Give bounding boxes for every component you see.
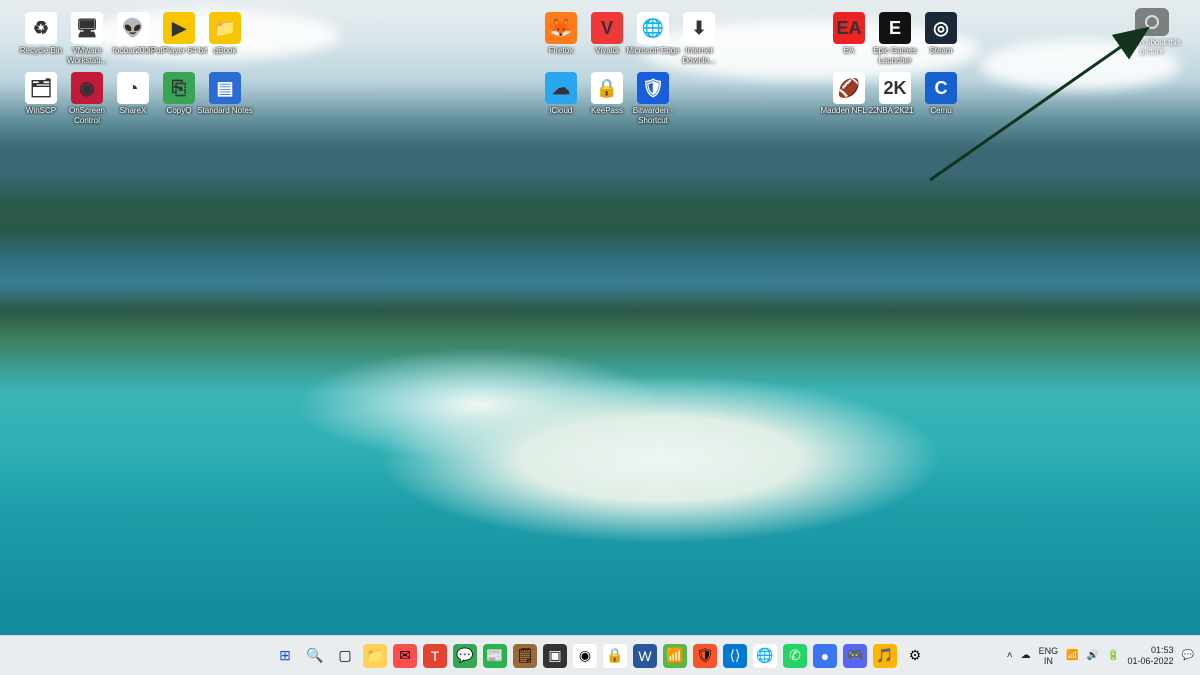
taskbar-task-view-button[interactable]: ▢	[333, 644, 357, 668]
wifi-icon[interactable]: 📶	[1066, 650, 1078, 661]
taskbar-media-button[interactable]: 🎵	[873, 644, 897, 668]
taskbar-terminal-button[interactable]: ▣	[543, 644, 567, 668]
desktop[interactable]: ♻Recycle Bin🖥VMware Workstati...👽foobar2…	[0, 0, 1200, 675]
desktop-icon-standard-notes[interactable]: ▤ Standard Notes	[196, 72, 254, 116]
battery-icon[interactable]: 🔋	[1107, 650, 1119, 661]
desktop-icon-label: Internet Downlo...	[670, 46, 728, 66]
taskbar-settings-button[interactable]: ⚙	[903, 644, 927, 668]
taskbar-todoist-button[interactable]: T	[423, 644, 447, 668]
desktop-icon-qbook[interactable]: 📁 qBook	[196, 12, 254, 56]
volume-icon[interactable]: 🔊	[1087, 650, 1099, 661]
vivaldi-icon: V	[591, 12, 623, 44]
taskbar-edge-tb-button[interactable]: 🌐	[753, 644, 777, 668]
clock[interactable]: 01:53 01-06-2022	[1128, 645, 1174, 667]
sharex-icon: ◔	[117, 72, 149, 104]
potplayer-icon: ▶	[163, 12, 195, 44]
taskbar-brave-button[interactable]: 🛡	[693, 644, 717, 668]
recycle-bin-icon: ♻	[25, 12, 57, 44]
taskbar-whatsapp-button[interactable]: ✆	[783, 644, 807, 668]
idm-icon: ⬇	[683, 12, 715, 44]
onscreen-icon: ◉	[71, 72, 103, 104]
camera-icon	[1135, 8, 1169, 36]
desktop-icon-label: qBook	[196, 46, 254, 56]
taskbar-rss-button[interactable]: 📶	[663, 644, 687, 668]
vmware-icon: 🖥	[71, 12, 103, 44]
taskbar: ⊞🔍▢📁✉T💬📰🗒▣◉🔒W📶🛡⟨⟩🌐✆●🎮🎵⚙ ˄ ☁ ENG IN 📶 🔊 🔋…	[0, 635, 1200, 675]
edge-icon: 🌐	[637, 12, 669, 44]
taskbar-mail-button[interactable]: ✉	[393, 644, 417, 668]
taskbar-chrome-button[interactable]: ◉	[573, 644, 597, 668]
standard-notes-icon: ▤	[209, 72, 241, 104]
copyq-icon: ⎘	[163, 72, 195, 104]
taskbar-word-button[interactable]: W	[633, 644, 657, 668]
foobar2000-icon: 👽	[117, 12, 149, 44]
notification-center-icon[interactable]: 💬	[1182, 650, 1194, 661]
taskbar-keepass-tb-button[interactable]: 🔒	[603, 644, 627, 668]
taskbar-signal-button[interactable]: ●	[813, 644, 837, 668]
learn-about-picture-button[interactable]: Learn about this picture	[1120, 8, 1184, 56]
steam-icon: ◎	[925, 12, 957, 44]
bitwarden-icon: 🛡	[637, 72, 669, 104]
taskbar-search-button[interactable]: 🔍	[303, 644, 327, 668]
desktop-icon-cemu[interactable]: C Cemu	[912, 72, 970, 116]
taskbar-feedly-button[interactable]: 📰	[483, 644, 507, 668]
desktop-icon-label: Standard Notes	[196, 106, 254, 116]
keepass-icon: 🔒	[591, 72, 623, 104]
desktop-icon-label: Cemu	[912, 106, 970, 116]
winscp-icon: 🗂	[25, 72, 57, 104]
language-bottom: IN	[1039, 656, 1059, 666]
clock-date: 01-06-2022	[1128, 656, 1174, 667]
tray-overflow-button[interactable]: ˄	[1007, 650, 1013, 661]
desktop-icon-bitwarden[interactable]: 🛡Bitwarden - Shortcut	[624, 72, 682, 126]
taskbar-notes-button[interactable]: 🗒	[513, 644, 537, 668]
cemu-icon: C	[925, 72, 957, 104]
onedrive-icon[interactable]: ☁	[1021, 650, 1031, 661]
taskbar-explorer-button[interactable]: 📁	[363, 644, 387, 668]
epic-icon: E	[879, 12, 911, 44]
desktop-icon-idm[interactable]: ⬇Internet Downlo...	[670, 12, 728, 66]
firefox-icon: 🦊	[545, 12, 577, 44]
language-switcher[interactable]: ENG IN	[1039, 646, 1059, 666]
ea-icon: EA	[833, 12, 865, 44]
desktop-icon-steam[interactable]: ◎ Steam	[912, 12, 970, 56]
clock-time: 01:53	[1128, 645, 1174, 656]
taskbar-vscode-button[interactable]: ⟨⟩	[723, 644, 747, 668]
taskbar-notifier-button[interactable]: 💬	[453, 644, 477, 668]
madden-icon: 🏈	[833, 72, 865, 104]
desktop-icon-label: Bitwarden - Shortcut	[624, 106, 682, 126]
qbook-icon: 📁	[209, 12, 241, 44]
language-top: ENG	[1039, 646, 1059, 656]
nba2k21-icon: 2K	[879, 72, 911, 104]
taskbar-start-button[interactable]: ⊞	[273, 644, 297, 668]
icloud-icon: ☁	[545, 72, 577, 104]
desktop-icon-label: Steam	[912, 46, 970, 56]
system-tray: ˄ ☁ ENG IN 📶 🔊 🔋 01:53 01-06-2022 💬	[1007, 636, 1194, 675]
taskbar-pinned-apps: ⊞🔍▢📁✉T💬📰🗒▣◉🔒W📶🛡⟨⟩🌐✆●🎮🎵⚙	[273, 636, 927, 675]
learn-about-picture-label: Learn about this picture	[1120, 38, 1184, 56]
taskbar-discord-button[interactable]: 🎮	[843, 644, 867, 668]
